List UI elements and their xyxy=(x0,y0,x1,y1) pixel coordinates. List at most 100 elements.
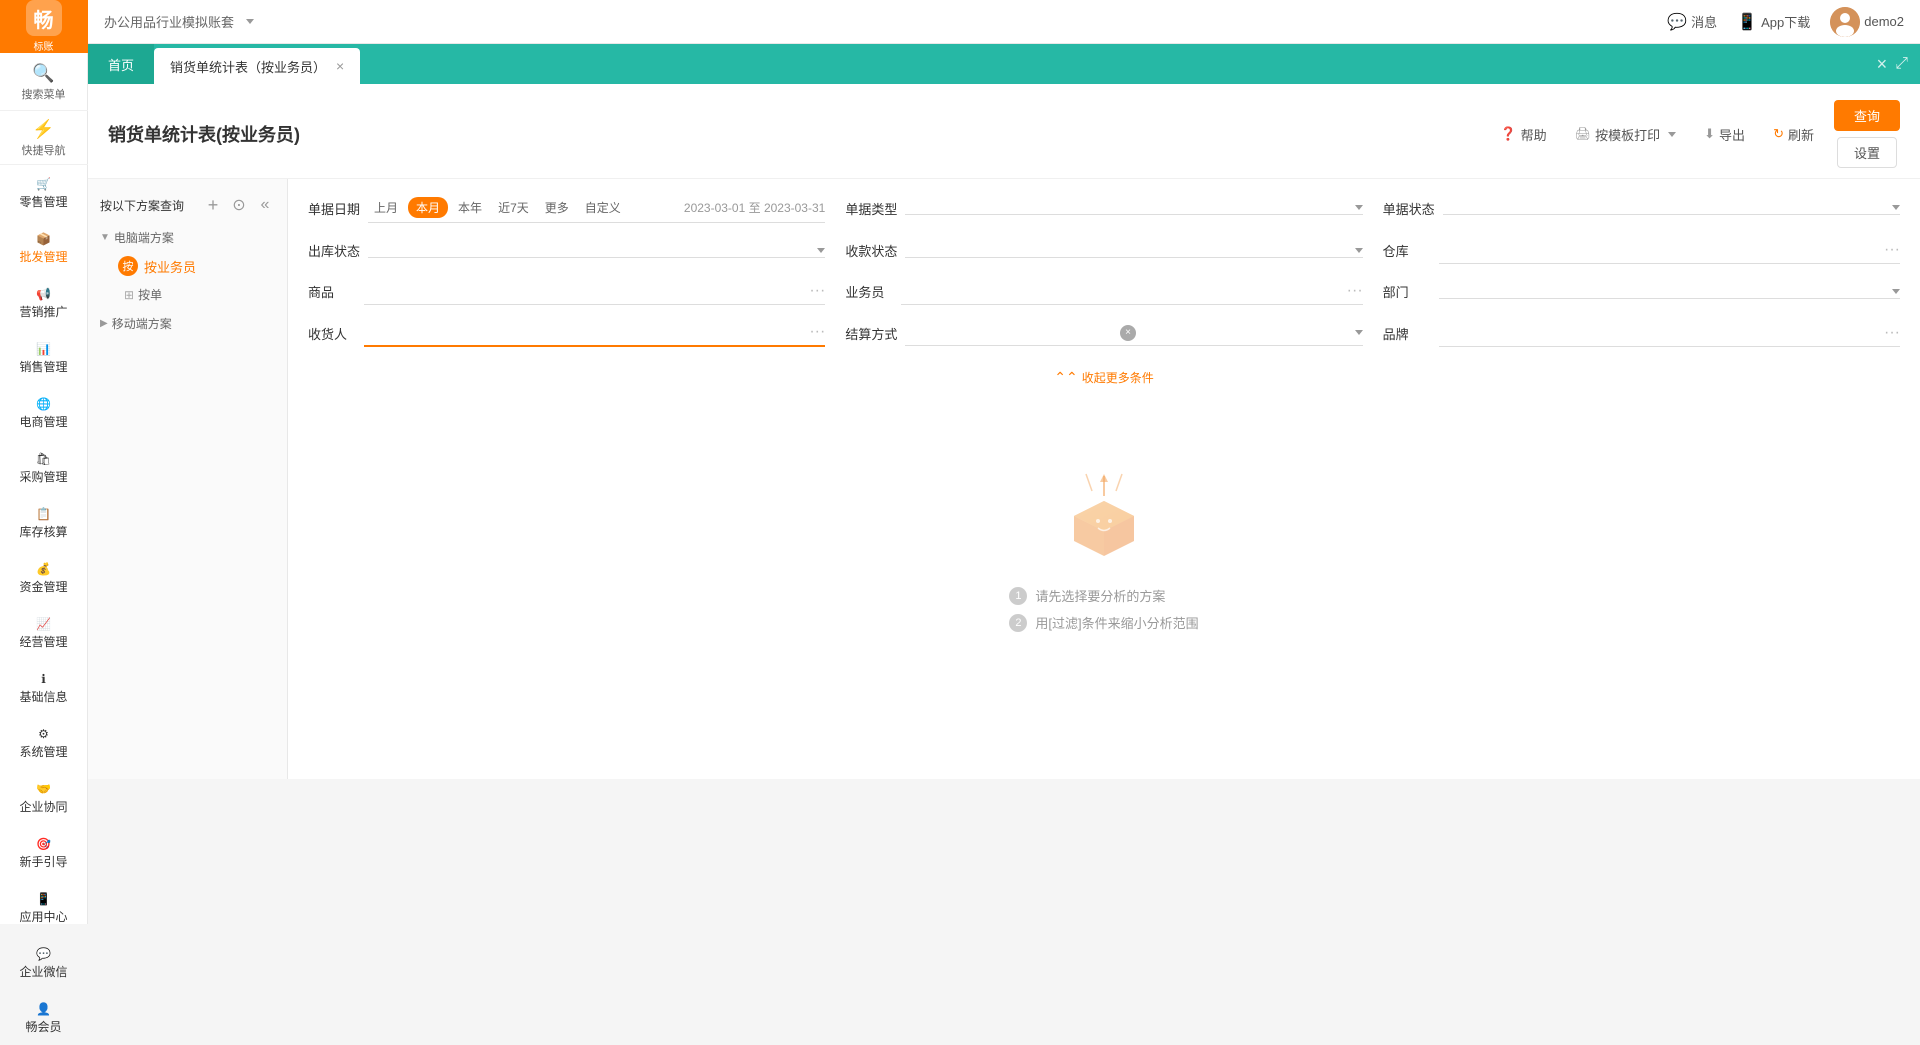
type-control[interactable] xyxy=(905,201,1362,215)
filter-sidebar: 按以下方案查询 + ⊙ « ▼ 电脑端方案 按 xyxy=(88,179,288,779)
sidebar-item-finance[interactable]: 💰 资金管理 xyxy=(0,550,88,605)
sidebar-item-wechat[interactable]: 💬 企业微信 xyxy=(0,935,88,990)
export-button[interactable]: ⬇ 导出 xyxy=(1696,121,1753,148)
topbar: 办公用品行业模拟账套 💬 消息 📱 App下载 demo2 xyxy=(88,0,1920,44)
message-button[interactable]: 💬 消息 xyxy=(1667,12,1717,32)
window-maximize-icon[interactable]: ⤢ xyxy=(1895,55,1908,73)
sidebar-item-ecommerce[interactable]: 🌐 电商管理 xyxy=(0,385,88,440)
date-tab-thismonth[interactable]: 本月 xyxy=(408,197,448,218)
sidebar-item-member[interactable]: 👤 畅会员 xyxy=(0,990,88,1045)
date-value: 2023-03-01 至 2023-03-31 xyxy=(684,199,825,216)
filter-row-3: 商品 ··· 业务员 ··· xyxy=(308,278,1900,305)
window-close-icon[interactable]: × xyxy=(1877,54,1888,75)
sidebar-item-purchase[interactable]: 🛍 采购管理 xyxy=(0,440,88,495)
warehouse-more-icon[interactable]: ··· xyxy=(1884,241,1900,259)
filter-department: 部门 xyxy=(1383,282,1900,301)
breadcrumb: 办公用品行业模拟账套 xyxy=(104,12,234,31)
sidebar-item-sales[interactable]: 📊 销售管理 xyxy=(0,330,88,385)
breadcrumb-dropdown-icon[interactable] xyxy=(246,19,254,24)
goods-control[interactable]: ··· xyxy=(364,278,825,305)
logo-icon: 畅 xyxy=(26,0,62,36)
sidebar-item-newbie[interactable]: 🎯 新手引导 xyxy=(0,825,88,880)
sidebar-item-inventory[interactable]: 📋 库存核算 xyxy=(0,495,88,550)
sidebar-item-management[interactable]: 📈 经营管理 xyxy=(0,605,88,660)
tab-bar: 首页 销货单统计表（按业务员） × × ⤢ xyxy=(88,44,1920,84)
scheme-item-by-salesperson[interactable]: 按 按业务员 xyxy=(88,250,287,282)
empty-tip-1: 1 请先选择要分析的方案 xyxy=(1009,586,1198,605)
date-tab-more[interactable]: 更多 xyxy=(539,197,575,218)
status-control[interactable] xyxy=(1443,201,1900,215)
warehouse-label: 仓库 xyxy=(1383,241,1431,260)
app-logo[interactable]: 畅 标账 xyxy=(0,0,88,53)
print-icon: 🖨 xyxy=(1575,126,1592,142)
filter-pay-status: 收款状态 xyxy=(845,241,1362,260)
scheme-active-icon: 按 xyxy=(118,256,138,276)
receiver-more-icon[interactable]: ··· xyxy=(809,323,825,341)
main-area: 办公用品行业模拟账套 💬 消息 📱 App下载 demo2 首页 xyxy=(88,0,1920,924)
desktop-group-label: 电脑端方案 xyxy=(114,229,174,246)
add-scheme-button[interactable]: + xyxy=(203,195,223,215)
mobile-scheme-header[interactable]: ▶ 移动端方案 xyxy=(88,311,287,336)
scheme-sub-item[interactable]: ⊞ 按单 xyxy=(88,282,287,307)
date-tab-thisyear[interactable]: 本年 xyxy=(452,197,488,218)
settlement-clear-icon[interactable]: × xyxy=(1120,325,1136,341)
pay-control[interactable] xyxy=(905,244,1362,258)
refresh-button[interactable]: ↻ 刷新 xyxy=(1765,121,1822,148)
goods-more-icon[interactable]: ··· xyxy=(809,282,825,300)
tab-home[interactable]: 首页 xyxy=(88,44,154,84)
print-button[interactable]: 🖨 按模板打印 xyxy=(1567,121,1685,148)
settlement-control[interactable]: × xyxy=(905,321,1362,346)
app-download-button[interactable]: 📱 App下载 xyxy=(1737,12,1810,32)
export-icon: ⬇ xyxy=(1704,126,1715,142)
salesperson-label: 业务员 xyxy=(845,282,893,301)
out-control[interactable] xyxy=(368,244,825,258)
date-tab-7days[interactable]: 近7天 xyxy=(492,197,535,218)
goods-label: 商品 xyxy=(308,282,356,301)
tip-num-1: 1 xyxy=(1009,587,1027,605)
empty-state: 1 请先选择要分析的方案 2 用[过滤]条件来缩小分析范围 xyxy=(308,386,1900,712)
filter-warehouse: 仓库 ··· xyxy=(1383,237,1900,264)
salesperson-control[interactable]: ··· xyxy=(901,278,1362,305)
sidebar-item-wholesale[interactable]: 📦 批发管理 xyxy=(0,220,88,275)
refresh-icon: ↻ xyxy=(1773,126,1784,142)
date-tab-custom[interactable]: 自定义 xyxy=(579,197,627,218)
brand-more-icon[interactable]: ··· xyxy=(1884,324,1900,342)
filter-row-2: 出库状态 收款状态 xyxy=(308,237,1900,264)
filter-sidebar-header: 按以下方案查询 + ⊙ « xyxy=(88,189,287,221)
sidebar-item-search[interactable]: 🔍 搜索菜单 xyxy=(0,53,88,111)
sidebar-item-quicknav[interactable]: ⚡ 快捷导航 xyxy=(0,111,88,165)
help-button[interactable]: ❓ 帮助 xyxy=(1492,121,1554,148)
salesperson-more-icon[interactable]: ··· xyxy=(1347,282,1363,300)
empty-illustration xyxy=(1054,466,1154,566)
date-control[interactable]: 上月 本月 本年 近7天 更多 自定义 2023-03-01 至 2023-03… xyxy=(368,193,825,223)
tab-sales-report[interactable]: 销货单统计表（按业务员） × xyxy=(154,48,360,84)
query-button[interactable]: 查询 xyxy=(1834,100,1900,131)
brand-control[interactable]: ··· xyxy=(1439,320,1900,347)
collapse-sidebar-button[interactable]: « xyxy=(255,195,275,215)
sidebar-item-basicinfo[interactable]: ℹ 基础信息 xyxy=(0,660,88,715)
receiver-control[interactable]: ··· xyxy=(364,319,825,347)
collapse-button[interactable]: ⌃⌃ 收起更多条件 xyxy=(308,361,1900,386)
date-tab-lastmonth[interactable]: 上月 xyxy=(368,197,404,218)
sidebar-item-marketing[interactable]: 📢 营销推广 xyxy=(0,275,88,330)
warehouse-control[interactable]: ··· xyxy=(1439,237,1900,264)
filter-salesperson: 业务员 ··· xyxy=(845,278,1362,305)
report-header: 销货单统计表(按业务员) ❓ 帮助 🖨 按模板打印 ⬇ 导出 xyxy=(88,84,1920,179)
topbar-right: 💬 消息 📱 App下载 demo2 xyxy=(1667,7,1904,37)
tab-close-icon[interactable]: × xyxy=(336,58,344,74)
avatar-image xyxy=(1830,7,1860,37)
department-control[interactable] xyxy=(1439,285,1900,299)
pay-label: 收款状态 xyxy=(845,241,897,260)
report-actions: ❓ 帮助 🖨 按模板打印 ⬇ 导出 ↻ 刷新 xyxy=(1492,100,1900,168)
sidebar-item-retail[interactable]: 🛒 零售管理 xyxy=(0,165,88,220)
filter-receiver: 收货人 ··· xyxy=(308,319,825,347)
desktop-scheme-header[interactable]: ▼ 电脑端方案 xyxy=(88,225,287,250)
sidebar-item-system[interactable]: ⚙ 系统管理 xyxy=(0,715,88,770)
sidebar-item-collab[interactable]: 🤝 企业协同 xyxy=(0,770,88,825)
user-avatar[interactable]: demo2 xyxy=(1830,7,1904,37)
page-content: 销货单统计表(按业务员) ❓ 帮助 🖨 按模板打印 ⬇ 导出 xyxy=(88,84,1920,924)
setting-button[interactable]: 设置 xyxy=(1837,137,1897,168)
sidebar-item-appcenter[interactable]: 📱 应用中心 xyxy=(0,880,88,935)
settings-scheme-button[interactable]: ⊙ xyxy=(229,195,249,215)
filter-date: 单据日期 上月 本月 本年 近7天 更多 自定义 20 xyxy=(308,193,825,223)
